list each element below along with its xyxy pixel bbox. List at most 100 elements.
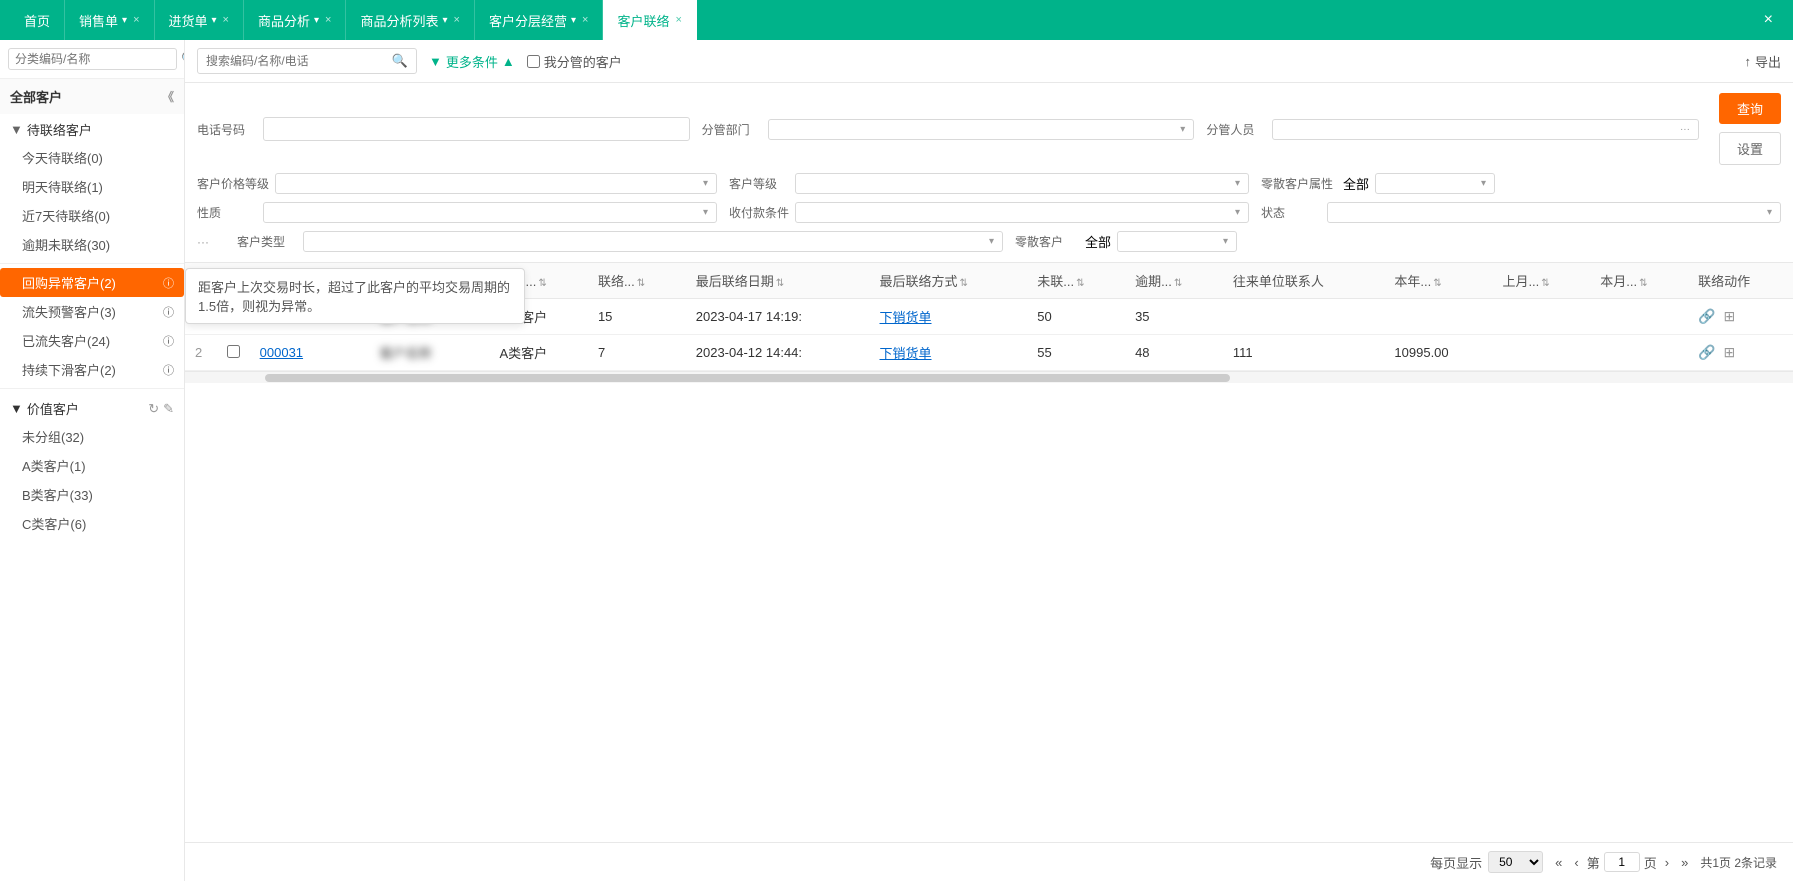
filter-payment-select[interactable]: ▾ <box>795 202 1249 223</box>
last-page-btn[interactable]: » <box>1677 853 1692 872</box>
row2-name: 客户名称 <box>370 335 490 371</box>
horizontal-scrollbar[interactable] <box>185 371 1793 383</box>
main-search-input[interactable] <box>206 54 388 68</box>
filter-nature-select[interactable]: ▾ <box>263 202 717 223</box>
row2-this-month <box>1590 335 1688 371</box>
filter-price-level-select[interactable]: ▾ <box>275 173 717 194</box>
sidebar-item-7days[interactable]: 近7天待联络(0) <box>0 201 184 230</box>
value-group-edit-icon[interactable]: ✎ <box>163 401 174 417</box>
sidebar-item-class-b[interactable]: B类客户(33) <box>0 480 184 509</box>
tab-product-analysis[interactable]: 商品分析 ▾ × <box>244 0 346 40</box>
row2-grid-icon[interactable]: ⊞ <box>1724 344 1736 361</box>
tab-sales-close[interactable]: × <box>133 14 139 26</box>
col-date-sort[interactable]: ⇅ <box>776 278 784 289</box>
row2-last-date: 2023-04-12 14:44: <box>686 335 870 371</box>
settings-button[interactable]: 设置 <box>1719 132 1781 165</box>
tab-home[interactable]: 首页 <box>10 0 65 40</box>
my-customers-check[interactable] <box>527 55 540 68</box>
main-layout: 🔍 全部客户 《 ▼ 待联络客户 今天待联络(0) 明天待联络(1) 近7天待联… <box>0 40 1793 881</box>
filter-phone-input[interactable] <box>263 117 690 141</box>
row2-link-icon[interactable]: 🔗 <box>1698 344 1715 361</box>
page-navigation: « ‹ 第 页 › » <box>1551 852 1692 872</box>
filter-row-2: 客户价格等级 ▾ 客户等级 ▾ 零散客户属性 全部 <box>197 173 1781 194</box>
tab-product-analysis-list-close[interactable]: × <box>454 14 460 26</box>
filter-manager-select[interactable]: ··· <box>1272 119 1699 140</box>
sidebar-item-unclassified[interactable]: 未分组(32) <box>0 422 184 451</box>
tab-customer-segment-close[interactable]: × <box>582 14 588 26</box>
col-last-month-sort[interactable]: ⇅ <box>1541 278 1549 289</box>
sidebar-item-tomorrow[interactable]: 明天待联络(1) <box>0 172 184 201</box>
row2-last-month <box>1492 335 1590 371</box>
main-search-icon[interactable]: 🔍 <box>392 53 408 69</box>
tab-sales-arrow: ▾ <box>122 15 127 26</box>
sidebar-item-declining[interactable]: 持续下滑客户(2) ⓘ <box>0 355 184 384</box>
sidebar-search-input[interactable] <box>8 48 177 70</box>
tab-customer-contact[interactable]: 客户联络 × <box>603 0 696 40</box>
col-last-month: 上月...⇅ <box>1492 263 1590 299</box>
col-contact-sort[interactable]: ⇅ <box>637 278 645 289</box>
sidebar-item-lost[interactable]: 已流失客户(24) ⓘ <box>0 326 184 355</box>
row2-last-method[interactable]: 下销货单 <box>870 335 1028 371</box>
col-overdue-sort[interactable]: ⇅ <box>1174 278 1182 289</box>
query-button[interactable]: 查询 <box>1719 93 1781 124</box>
filter-nature: 性质 ▾ <box>197 202 717 223</box>
row2-select[interactable] <box>227 345 240 358</box>
col-this-month-sort[interactable]: ⇅ <box>1639 278 1647 289</box>
value-group-rotate-icon[interactable]: ↻ <box>148 401 159 417</box>
tab-customer-segment[interactable]: 客户分层经营 ▾ × <box>475 0 603 40</box>
col-method-sort[interactable]: ⇅ <box>960 278 968 289</box>
tooltip-box: 距客户上次交易时长，超过了此客户的平均交易周期的1.5倍，则视为异常。 <box>185 268 525 324</box>
filter-more-button[interactable]: ··· <box>197 235 209 249</box>
export-button[interactable]: ↑ 导出 <box>1744 52 1781 71</box>
table-row: 2 000031 客户名称 A类客户 7 2023-04-12 14:44: 下… <box>185 335 1793 371</box>
sidebar-item-class-a[interactable]: A类客户(1) <box>0 451 184 480</box>
per-page-select[interactable]: 50 100 200 <box>1488 851 1543 873</box>
sidebar-item-loss-warning[interactable]: 流失预警客户(3) ⓘ <box>0 297 184 326</box>
row1-link-icon[interactable]: 🔗 <box>1698 308 1715 325</box>
pagination-bar: 每页显示 50 100 200 « ‹ 第 页 › » 共1页 2条记录 <box>185 842 1793 881</box>
row2-index: 2 <box>185 335 217 371</box>
sidebar-item-repeat-abnormal[interactable]: 回购异常客户(2) ⓘ <box>0 268 184 297</box>
row1-grid-icon[interactable]: ⊞ <box>1724 308 1736 325</box>
my-customers-checkbox[interactable]: 我分管的客户 <box>527 52 622 71</box>
col-year-sort[interactable]: ⇅ <box>1433 278 1441 289</box>
filter-manager-label: 分管人员 <box>1206 121 1266 138</box>
sidebar-item-overdue[interactable]: 逾期未联络(30) <box>0 230 184 259</box>
next-page-btn[interactable]: › <box>1661 853 1673 872</box>
tab-purchase[interactable]: 进货单 ▾ × <box>155 0 244 40</box>
sidebar-item-class-c[interactable]: C类客户(6) <box>0 509 184 538</box>
scrollbar-thumb[interactable] <box>265 374 1230 382</box>
current-page-input[interactable] <box>1604 852 1640 872</box>
filter-retail-attr-label: 零散客户属性 <box>1261 175 1333 192</box>
filter-status-select[interactable]: ▾ <box>1327 202 1781 223</box>
filter-payment: 收付款条件 ▾ <box>729 202 1249 223</box>
page-label-suffix: 页 <box>1644 853 1657 872</box>
filter-customer-type-select[interactable]: ▾ <box>303 231 1003 252</box>
filter-row-1: 电话号码 分管部门 ▾ 分管人员 ··· <box>197 93 1781 165</box>
tab-purchase-close[interactable]: × <box>223 14 229 26</box>
sidebar-item-today[interactable]: 今天待联络(0) <box>0 143 184 172</box>
tab-customer-contact-close[interactable]: × <box>675 14 681 26</box>
filter-customer-level-select[interactable]: ▾ <box>795 173 1249 194</box>
window-close-button[interactable]: × <box>1754 11 1783 29</box>
row1-last-method[interactable]: 下销货单 <box>870 299 1028 335</box>
tab-sales[interactable]: 销售单 ▾ × <box>65 0 154 40</box>
col-not-sort[interactable]: ⇅ <box>1076 278 1084 289</box>
filter-dept-select[interactable]: ▾ <box>768 119 1195 140</box>
filter-retail-attr-select[interactable]: ▾ <box>1375 173 1495 194</box>
sidebar-collapse-btn[interactable]: 《 <box>162 88 174 105</box>
tab-product-analysis-close[interactable]: × <box>325 14 331 26</box>
table-area: ⚙ 客户编码⇅ 客户名称⇅ 客户...⇅ 联络...⇅ 最后联络日期⇅ 最后联络… <box>185 263 1793 842</box>
tab-product-analysis-list[interactable]: 商品分析列表 ▾ × <box>346 0 474 40</box>
lost-info-icon: ⓘ <box>163 333 174 349</box>
row2-checkbox[interactable] <box>217 335 250 371</box>
first-page-btn[interactable]: « <box>1551 853 1566 872</box>
col-type-sort[interactable]: ⇅ <box>538 278 546 289</box>
filter-retail-customer-select[interactable]: ▾ <box>1117 231 1237 252</box>
row2-code[interactable]: 000031 <box>250 335 370 371</box>
loss-warning-info-icon: ⓘ <box>163 304 174 320</box>
filter-nature-label: 性质 <box>197 204 257 221</box>
more-conditions-btn[interactable]: ▼ 更多条件 ▲ <box>429 52 515 71</box>
prev-page-btn[interactable]: ‹ <box>1570 853 1582 872</box>
pending-group[interactable]: ▼ 待联络客户 <box>0 114 184 143</box>
